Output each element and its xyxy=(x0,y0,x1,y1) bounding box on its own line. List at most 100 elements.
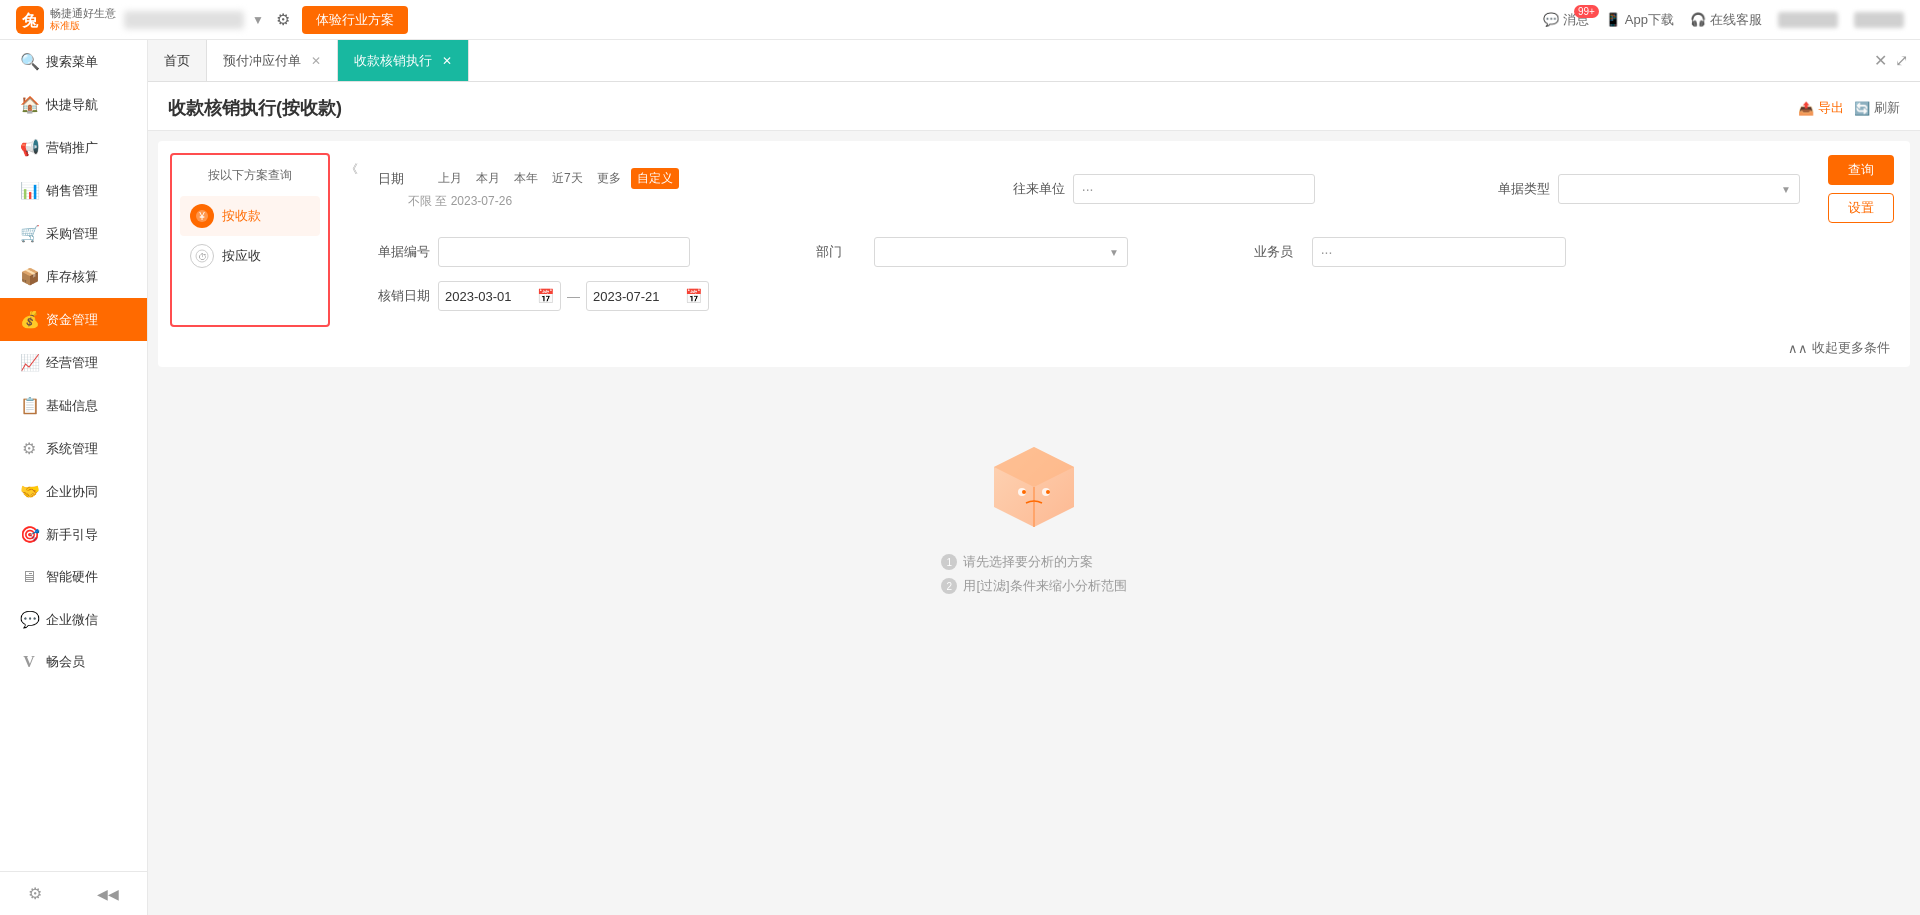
sidebar-item-sales[interactable]: 📊 销售管理 xyxy=(0,169,147,212)
date-7days[interactable]: 近7天 xyxy=(548,168,587,189)
date-custom[interactable]: 自定义 xyxy=(631,168,679,189)
sidebar-item-finance[interactable]: 💰 资金管理 xyxy=(0,298,147,341)
user-avatar xyxy=(1778,12,1838,28)
refresh-button[interactable]: 🔄 刷新 xyxy=(1854,99,1900,117)
sidebar-item-operation[interactable]: 📈 经营管理 xyxy=(0,341,147,384)
writeoff-date-field: 核销日期 📅 — 📅 xyxy=(378,281,1894,311)
topbar-chevron-icon[interactable]: ▼ xyxy=(252,13,264,27)
dept-label: 部门 xyxy=(816,243,866,261)
date-this-year[interactable]: 本年 xyxy=(510,168,542,189)
sidebar-item-inventory[interactable]: 📦 库存核算 xyxy=(0,255,147,298)
staff-dots[interactable]: ··· xyxy=(1321,244,1333,260)
svg-text:兔: 兔 xyxy=(21,12,39,29)
staff-select[interactable]: ··· xyxy=(1312,237,1566,267)
filter-collapse-button[interactable]: 《 xyxy=(342,141,362,339)
tab-prepay-close-icon[interactable]: ✕ xyxy=(311,54,321,68)
date-range-separator: — xyxy=(567,289,580,304)
page-header: 收款核销执行(按收款) 📤 导出 🔄 刷新 xyxy=(148,82,1920,131)
tab-receipt-writeoff-label: 收款核销执行 xyxy=(354,52,432,70)
sidebar-item-hardware[interactable]: 🖥 智能硬件 xyxy=(0,556,147,598)
sidebar-item-marketing[interactable]: 📢 营销推广 xyxy=(0,126,147,169)
app-download-button[interactable]: 📱 App下载 xyxy=(1605,11,1674,29)
empty-illustration xyxy=(974,437,1094,537)
writeoff-date-label: 核销日期 xyxy=(378,287,430,305)
chevron-up-icon: ∧∧ xyxy=(1788,341,1808,356)
dept-arrow-icon: ▼ xyxy=(1109,247,1119,258)
operation-icon: 📈 xyxy=(20,353,38,372)
sidebar-item-nav[interactable]: 🏠 快捷导航 xyxy=(0,83,147,126)
query-panel: 按以下方案查询 ¥ 按收款 ⏱ 按应收 xyxy=(170,153,330,327)
setting-button[interactable]: 设置 xyxy=(1828,193,1894,223)
message-badge: 99+ xyxy=(1574,5,1599,18)
writeoff-date-start-wrap: 📅 xyxy=(438,281,561,311)
writeoff-date-start-input[interactable] xyxy=(445,289,533,304)
doc-type-label: 单据类型 xyxy=(1498,180,1550,198)
tab-receipt-writeoff[interactable]: 收款核销执行 ✕ xyxy=(338,40,469,81)
message-icon: 💬 xyxy=(1543,12,1559,27)
sidebar-item-search[interactable]: 🔍 搜索菜单 xyxy=(0,40,147,83)
counterpart-label: 往来单位 xyxy=(1013,180,1065,198)
doc-type-select[interactable]: ▼ xyxy=(1558,174,1800,204)
tab-home-label: 首页 xyxy=(164,52,190,70)
date-last-month[interactable]: 上月 xyxy=(434,168,466,189)
writeoff-date-range: 📅 — 📅 xyxy=(438,281,709,311)
collapse-more-bar: ∧∧ 收起更多条件 xyxy=(158,339,1910,367)
page-title: 收款核销执行(按收款) xyxy=(168,96,342,120)
tab-home[interactable]: 首页 xyxy=(148,40,207,81)
collapse-more-button[interactable]: ∧∧ 收起更多条件 xyxy=(1788,339,1890,357)
system-icon: ⚙ xyxy=(20,439,38,458)
tab-prepay[interactable]: 预付冲应付单 ✕ xyxy=(207,40,338,81)
dept-select[interactable]: ▼ xyxy=(874,237,1128,267)
tip-2-num: 2 xyxy=(941,578,957,594)
sales-icon: 📊 xyxy=(20,181,38,200)
sidebar-collapse-icon[interactable]: ◀◀ xyxy=(97,886,119,902)
writeoff-date-end-calendar-icon[interactable]: 📅 xyxy=(685,288,702,304)
writeoff-date-start-calendar-icon[interactable]: 📅 xyxy=(537,288,554,304)
tab-close-all-icon[interactable]: ✕ xyxy=(1874,51,1887,70)
writeoff-date-end-input[interactable] xyxy=(593,289,681,304)
sidebar: 🔍 搜索菜单 🏠 快捷导航 📢 营销推广 📊 销售管理 🛒 采购管理 📦 库存核… xyxy=(0,40,148,915)
solution-button[interactable]: 体验行业方案 xyxy=(302,6,408,34)
sidebar-item-enterprise[interactable]: 🤝 企业协同 xyxy=(0,470,147,513)
staff-field: 业务员 ··· xyxy=(1254,237,1566,267)
counterpart-select[interactable]: ··· xyxy=(1073,174,1315,204)
sidebar-item-purchase[interactable]: 🛒 采购管理 xyxy=(0,212,147,255)
export-icon: 📤 xyxy=(1798,101,1814,116)
filter-card: 按以下方案查询 ¥ 按收款 ⏱ 按应收 xyxy=(158,141,1910,367)
sidebar-item-member[interactable]: V 畅会员 xyxy=(0,641,147,683)
date-this-month[interactable]: 本月 xyxy=(472,168,504,189)
date-label: 日期 xyxy=(378,170,428,188)
empty-state: 1 请先选择要分析的方案 2 用[过滤]条件来缩小分析范围 xyxy=(148,377,1920,641)
wechat-icon: 💬 xyxy=(20,610,38,629)
topbar-gear-icon[interactable]: ⚙ xyxy=(276,10,290,29)
query-option-by-receivable[interactable]: ⏱ 按应收 xyxy=(180,236,320,276)
empty-tip-1: 1 请先选择要分析的方案 xyxy=(941,553,1126,571)
date-more[interactable]: 更多 xyxy=(593,168,625,189)
counterpart-dots[interactable]: ··· xyxy=(1082,181,1094,197)
topbar-company-name xyxy=(124,11,244,29)
message-button[interactable]: 💬 消息 99+ xyxy=(1543,11,1589,29)
export-button[interactable]: 📤 导出 xyxy=(1798,99,1844,117)
sidebar-item-system[interactable]: ⚙ 系统管理 xyxy=(0,427,147,470)
filter-inner: 按以下方案查询 ¥ 按收款 ⏱ 按应收 xyxy=(158,141,1910,339)
tab-actions: ✕ ⤢ xyxy=(1862,40,1920,81)
doc-no-input[interactable] xyxy=(438,237,690,267)
empty-tips: 1 请先选择要分析的方案 2 用[过滤]条件来缩小分析范围 xyxy=(941,553,1126,601)
sidebar-item-wechat[interactable]: 💬 企业微信 xyxy=(0,598,147,641)
online-service-button[interactable]: 🎧 在线客服 xyxy=(1690,11,1762,29)
sidebar-item-guide[interactable]: 🎯 新手引导 xyxy=(0,513,147,556)
query-option-by-receipt[interactable]: ¥ 按收款 xyxy=(180,196,320,236)
sidebar-item-basic[interactable]: 📋 基础信息 xyxy=(0,384,147,427)
refresh-icon: 🔄 xyxy=(1854,101,1870,116)
query-receipt-icon: ¥ xyxy=(190,204,214,228)
svg-point-11 xyxy=(1022,490,1026,494)
tab-receipt-writeoff-close-icon[interactable]: ✕ xyxy=(442,54,452,68)
brand-name: 畅捷通好生意 标准版 xyxy=(50,7,116,32)
sidebar-settings-icon[interactable]: ⚙ xyxy=(28,884,42,903)
tab-expand-icon[interactable]: ⤢ xyxy=(1895,51,1908,70)
basic-icon: 📋 xyxy=(20,396,38,415)
svg-point-12 xyxy=(1046,490,1050,494)
counterpart-field: 往来单位 ··· xyxy=(1013,174,1315,204)
doc-no-field: 单据编号 xyxy=(378,237,690,267)
query-button[interactable]: 查询 xyxy=(1828,155,1894,185)
